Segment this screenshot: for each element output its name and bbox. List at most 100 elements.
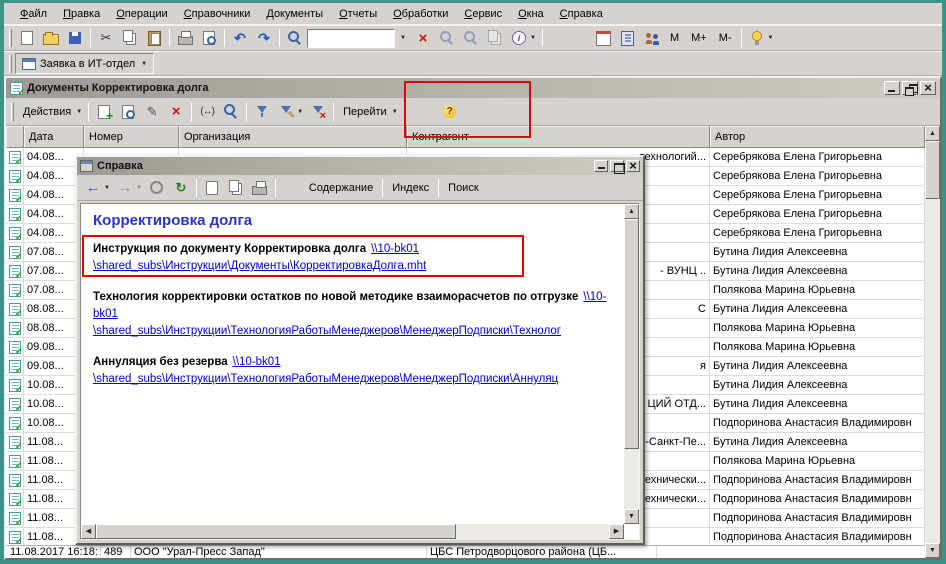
redo-button[interactable] [252, 27, 276, 49]
info-button[interactable] [507, 27, 539, 49]
memory-button[interactable]: М [664, 27, 685, 49]
doc-window-titlebar[interactable]: Документы Корректировка долга [6, 78, 940, 98]
scroll-right-button[interactable] [609, 524, 624, 539]
entry-link-path[interactable]: \shared_subs\Инструкции\ТехнологияРаботы… [93, 325, 561, 337]
scroll-up-button[interactable] [925, 126, 940, 141]
cell-author: Бутина Лидия Алексеевна [710, 395, 925, 413]
paste-button[interactable] [142, 27, 166, 49]
toolbar-grip[interactable] [9, 54, 12, 73]
document-posted-icon [8, 283, 23, 299]
toolbar-grip[interactable] [9, 29, 12, 47]
scrollbar-thumb[interactable] [925, 141, 940, 199]
cut-button[interactable] [94, 27, 118, 49]
edit-record-button[interactable] [140, 101, 164, 123]
column-header-org[interactable]: Организация [179, 126, 407, 148]
document-posted-icon [8, 150, 23, 166]
print-button[interactable] [173, 27, 197, 49]
entry-link-host[interactable]: \\10-bk01 [233, 356, 281, 368]
open-record-button[interactable] [116, 101, 140, 123]
back-button[interactable] [81, 177, 113, 199]
menu-item-reports[interactable]: Отчеты [331, 5, 385, 23]
filter-edit-button[interactable] [274, 101, 306, 123]
minimize-button[interactable] [594, 160, 608, 172]
close-button[interactable] [626, 160, 640, 172]
entry-link-path[interactable]: \shared_subs\Инструкции\ТехнологияРаботы… [93, 373, 558, 385]
menu-item-documents[interactable]: Документы [258, 5, 331, 23]
copy-result-button[interactable] [224, 177, 248, 199]
search-input[interactable] [307, 28, 395, 48]
entry-link-path[interactable]: \shared_subs\Инструкции\Документы\Коррек… [93, 260, 426, 272]
search-button[interactable]: Поиск [442, 177, 484, 199]
forward-icon [116, 179, 134, 197]
scroll-left-button[interactable] [81, 524, 96, 539]
separator [88, 102, 90, 121]
memory-plus-button[interactable]: М+ [685, 27, 713, 49]
column-header-icon[interactable] [6, 126, 24, 148]
scroll-down-button[interactable] [925, 543, 940, 558]
document-posted-icon [8, 264, 23, 280]
calendar-button[interactable] [592, 27, 616, 49]
entry-link-host[interactable]: \\10-bk01 [371, 243, 419, 255]
column-header-author[interactable]: Автор [710, 126, 925, 148]
open-folder-button[interactable] [39, 27, 63, 49]
undo-button[interactable] [228, 27, 252, 49]
add-record-button[interactable] [92, 101, 116, 123]
stop-button[interactable] [145, 177, 169, 199]
refresh-button[interactable] [169, 177, 193, 199]
doc-window-title: Документы Корректировка долга [27, 82, 209, 94]
copy-button[interactable] [118, 27, 142, 49]
new-document-button[interactable] [15, 27, 39, 49]
cell-author: Подпоринова Анастасия Владимировн [710, 509, 925, 527]
users-button[interactable] [640, 27, 664, 49]
close-button[interactable] [920, 81, 936, 95]
menu-item-windows[interactable]: Окна [510, 5, 552, 23]
new-document-icon [18, 29, 36, 47]
memory-minus-button[interactable]: М- [713, 27, 738, 49]
entry-title: Аннуляция без резерва [93, 356, 228, 368]
date-interval-button[interactable] [195, 101, 219, 123]
help-button[interactable] [438, 101, 462, 123]
column-header-date[interactable]: Дата [24, 126, 84, 148]
menu-item-help[interactable]: Справка [552, 5, 611, 23]
print-button[interactable] [248, 177, 272, 199]
filter-off-button[interactable] [306, 101, 330, 123]
scroll-down-button[interactable] [624, 509, 639, 524]
column-header-contragent[interactable]: Контрагент [407, 126, 710, 148]
menu-item-operations[interactable]: Операции [108, 5, 175, 23]
page-button[interactable] [200, 177, 224, 199]
contents-button[interactable]: Содержание [303, 177, 379, 199]
menu-item-edit[interactable]: Правка [55, 5, 108, 23]
scrollbar-thumb[interactable] [96, 524, 456, 539]
tab-zayavka-it-otdel[interactable]: Заявка в ИТ-отдел [15, 53, 155, 74]
find-button[interactable] [219, 101, 243, 123]
print-preview-button[interactable] [197, 27, 221, 49]
minimize-button[interactable] [884, 81, 900, 95]
service-button[interactable] [745, 27, 777, 49]
scrollbar-thumb[interactable] [624, 219, 639, 449]
help-window-titlebar[interactable]: Справка [77, 157, 643, 175]
document-posted-icon [8, 359, 23, 375]
clear-search-button[interactable] [411, 27, 435, 49]
cell-date: 11.08.2017 16:18: [10, 546, 98, 558]
calculator-button[interactable] [616, 27, 640, 49]
dropdown-small-button[interactable] [395, 27, 411, 49]
menu-item-processing[interactable]: Обработки [385, 5, 456, 23]
delete-mark-button[interactable] [164, 101, 188, 123]
cell-author: Серебрякова Елена Григорьевна [710, 148, 925, 166]
maximize-button[interactable] [610, 160, 625, 174]
menu-item-service[interactable]: Сервис [456, 5, 510, 23]
column-header-number[interactable]: Номер [84, 126, 179, 148]
goto-button[interactable]: Перейти [337, 101, 401, 123]
menu-item-catalogs[interactable]: Справочники [176, 5, 259, 23]
find-button[interactable] [283, 27, 307, 49]
menu-item-file[interactable]: Файл [12, 5, 55, 23]
cell-author: Подпоринова Анастасия Владимировн [710, 490, 925, 508]
restore-button[interactable] [902, 81, 918, 96]
actions-button[interactable]: Действия [17, 101, 85, 123]
filter-button[interactable] [250, 101, 274, 123]
partial-table-row[interactable]: 11.08.2017 16:18: 489 ООО "Урал-Пресс За… [6, 545, 925, 558]
toolbar-grip[interactable] [11, 102, 14, 121]
index-button[interactable]: Индекс [386, 177, 435, 199]
scroll-up-button[interactable] [624, 204, 639, 219]
save-button[interactable] [63, 27, 87, 49]
